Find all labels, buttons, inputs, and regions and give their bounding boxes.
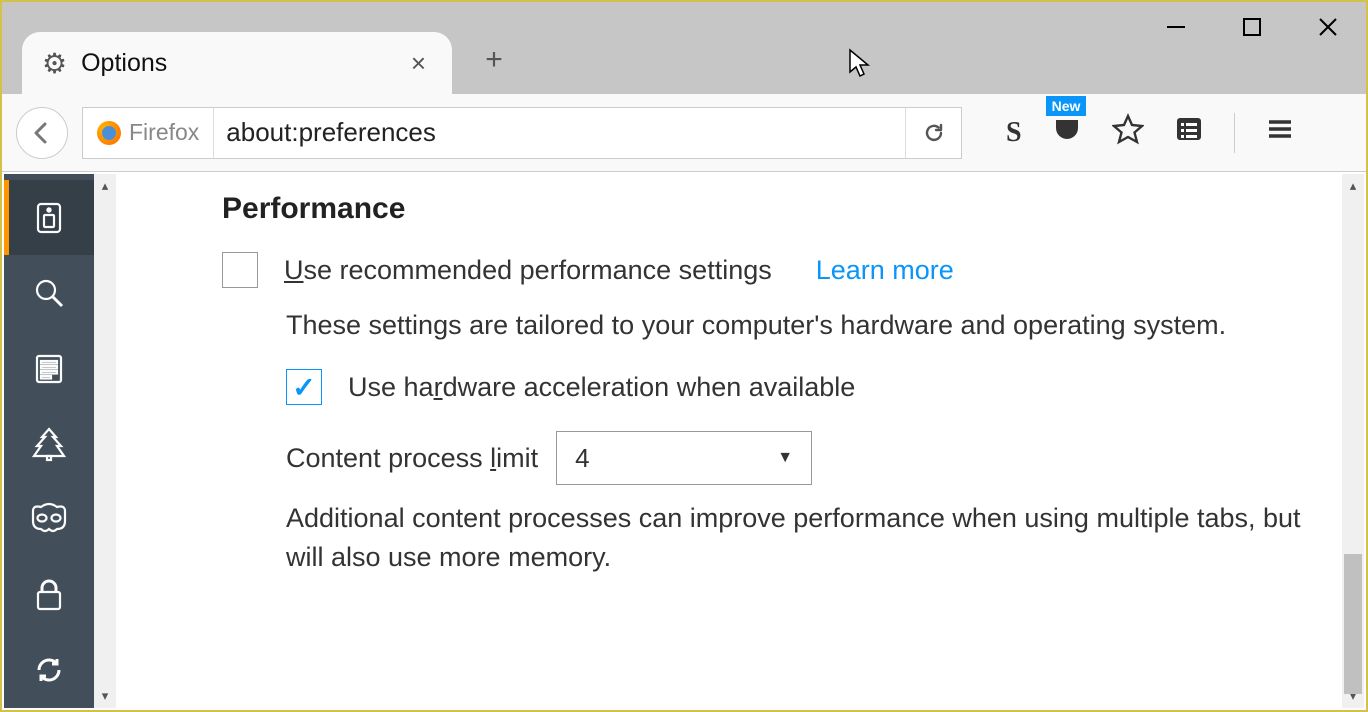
content-area: ▴ ▾ Performance Use recommended performa… bbox=[4, 174, 1364, 708]
content-limit-row: Content process limit 4 ▼ bbox=[286, 431, 1314, 485]
sidebar-item-content[interactable] bbox=[4, 331, 94, 406]
extension-s-icon[interactable]: S bbox=[1006, 117, 1022, 149]
firefox-icon bbox=[97, 121, 121, 145]
reload-button[interactable] bbox=[905, 108, 961, 158]
scroll-up-arrow-icon: ▴ bbox=[102, 178, 109, 194]
new-badge: New bbox=[1046, 96, 1087, 116]
sidebar-item-security[interactable] bbox=[4, 557, 94, 632]
use-recommended-desc: These settings are tailored to your comp… bbox=[286, 306, 1306, 345]
sidebar-item-privacy[interactable] bbox=[4, 482, 94, 557]
hw-accel-checkbox[interactable]: ✓ bbox=[286, 369, 322, 405]
scrollbar-thumb[interactable] bbox=[1344, 554, 1362, 694]
tab-title: Options bbox=[81, 49, 405, 78]
address-identity[interactable]: Firefox bbox=[83, 108, 214, 158]
back-button[interactable] bbox=[16, 107, 68, 159]
toolbar-divider bbox=[1234, 113, 1235, 153]
main-scrollbar[interactable]: ▴ ▾ bbox=[1342, 174, 1364, 708]
hw-accel-label: Use hardware acceleration when available bbox=[348, 372, 855, 403]
titlebar: ⚙ Options × + bbox=[2, 2, 1366, 94]
address-bar: Firefox bbox=[82, 107, 962, 159]
pocket-button[interactable]: New bbox=[1052, 114, 1082, 152]
sidebar-item-search[interactable] bbox=[4, 255, 94, 330]
use-recommended-checkbox[interactable] bbox=[222, 252, 258, 288]
tab-close-button[interactable]: × bbox=[405, 48, 432, 79]
window-controls bbox=[1138, 2, 1366, 52]
address-brand-text: Firefox bbox=[129, 119, 199, 146]
new-tab-button[interactable]: + bbox=[474, 40, 514, 80]
toolbar: Firefox S New bbox=[2, 94, 1366, 172]
bookmark-star-icon[interactable] bbox=[1112, 113, 1144, 153]
browser-tab[interactable]: ⚙ Options × bbox=[22, 32, 452, 94]
gear-icon: ⚙ bbox=[42, 47, 67, 80]
chevron-down-icon: ▼ bbox=[777, 449, 793, 467]
use-recommended-row: Use recommended performance settings Lea… bbox=[222, 252, 1314, 288]
maximize-button[interactable] bbox=[1214, 2, 1290, 52]
section-heading: Performance bbox=[222, 192, 1314, 226]
content-limit-value: 4 bbox=[575, 443, 589, 474]
sidebar-item-sync[interactable] bbox=[4, 633, 94, 708]
additional-desc: Additional content processes can improve… bbox=[286, 499, 1306, 577]
scroll-down-arrow-icon: ▾ bbox=[102, 688, 109, 704]
hamburger-menu-icon[interactable] bbox=[1265, 114, 1295, 152]
toolbar-icons: S New bbox=[1006, 113, 1295, 153]
content-limit-label: Content process limit bbox=[286, 443, 538, 474]
checkmark-icon: ✓ bbox=[292, 371, 315, 404]
sidebar-item-applications[interactable] bbox=[4, 406, 94, 481]
preferences-main: Performance Use recommended performance … bbox=[116, 174, 1364, 708]
url-input[interactable] bbox=[214, 117, 905, 148]
hw-accel-row: ✓ Use hardware acceleration when availab… bbox=[286, 369, 1314, 405]
sidebar-item-general[interactable] bbox=[4, 180, 94, 255]
sidebar-scrollbar[interactable]: ▴ ▾ bbox=[94, 174, 116, 708]
reading-list-icon[interactable] bbox=[1174, 114, 1204, 152]
close-window-button[interactable] bbox=[1290, 2, 1366, 52]
scroll-up-arrow-icon: ▴ bbox=[1350, 178, 1357, 194]
preferences-sidebar bbox=[4, 174, 94, 708]
minimize-button[interactable] bbox=[1138, 2, 1214, 52]
use-recommended-label: Use recommended performance settings bbox=[284, 255, 772, 286]
learn-more-link[interactable]: Learn more bbox=[816, 255, 954, 286]
content-limit-select[interactable]: 4 ▼ bbox=[556, 431, 812, 485]
